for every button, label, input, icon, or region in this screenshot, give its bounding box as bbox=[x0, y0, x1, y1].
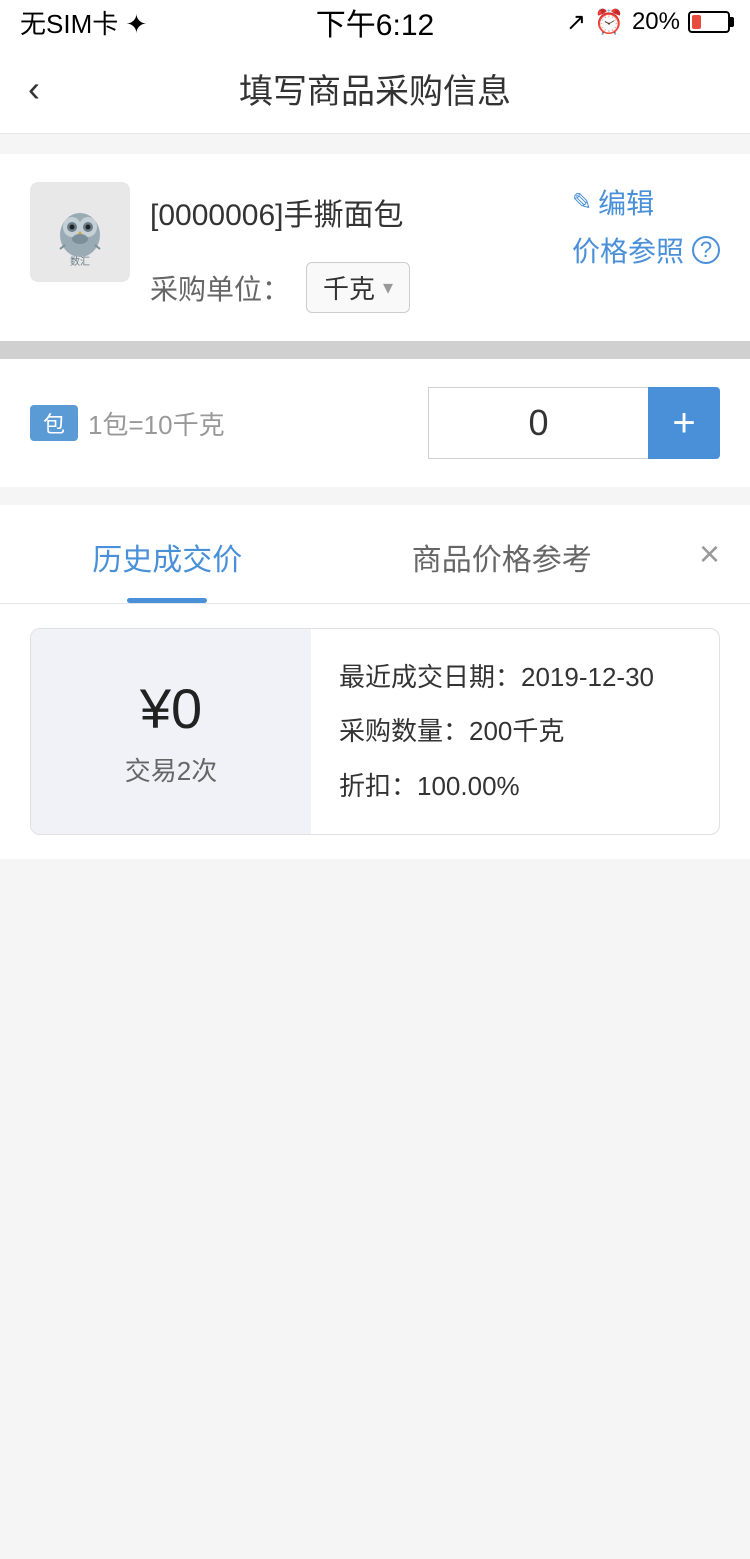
date-value: 2019-12-30 bbox=[521, 662, 654, 692]
tab-price-reference-label: 商品价格参考 bbox=[412, 544, 592, 577]
page-title: 填写商品采购信息 bbox=[239, 64, 511, 113]
svg-text:数汇: 数汇 bbox=[70, 255, 90, 267]
price-ref-button[interactable]: 价格参照 ? bbox=[572, 230, 720, 270]
product-info: [0000006]手撕面包 采购单位： 千克 ▾ bbox=[150, 182, 410, 313]
history-card: ¥0 交易2次 最近成交日期：2019-12-30 采购数量：200千克 折扣：… bbox=[30, 628, 720, 835]
battery-percent: 20% bbox=[632, 8, 680, 36]
product-card: 数汇 [0000006]手撕面包 采购单位： 千克 ▾ ✎ 编辑 bbox=[0, 154, 750, 341]
history-discount-row: 折扣：100.00% bbox=[339, 768, 691, 804]
unit-label: 采购单位： bbox=[150, 268, 290, 308]
edit-button[interactable]: ✎ 编辑 bbox=[572, 182, 720, 222]
close-button[interactable]: × bbox=[669, 533, 750, 575]
tab-row: 历史成交价 商品价格参考 × bbox=[0, 505, 750, 604]
history-price: ¥0 bbox=[140, 676, 202, 741]
tab-price-reference[interactable]: 商品价格参考 bbox=[334, 505, 668, 603]
discount-value: 100.00% bbox=[417, 771, 520, 801]
history-right: 最近成交日期：2019-12-30 采购数量：200千克 折扣：100.00% bbox=[311, 629, 719, 834]
status-left: 无SIM卡 ✦ bbox=[20, 4, 147, 41]
scroll-divider bbox=[0, 341, 750, 359]
location-icon: ↗ bbox=[566, 8, 586, 37]
battery-icon bbox=[688, 11, 730, 33]
status-bar: 无SIM卡 ✦ 下午6:12 ↗ ⏰ 20% bbox=[0, 0, 750, 44]
quantity-unit-info: 包 1包=10千克 bbox=[30, 405, 225, 442]
tab-area: 历史成交价 商品价格参考 × ¥0 交易2次 最近成交日期：2019-12-30… bbox=[0, 505, 750, 859]
status-right: ↗ ⏰ 20% bbox=[566, 8, 730, 37]
quantity-plus-button[interactable]: + bbox=[648, 387, 720, 459]
product-thumbnail: 数汇 bbox=[30, 182, 130, 282]
carrier-text: 无SIM卡 ✦ bbox=[20, 4, 147, 41]
price-ref-label: 价格参照 bbox=[572, 230, 684, 270]
product-left: 数汇 [0000006]手撕面包 采购单位： 千克 ▾ bbox=[30, 182, 410, 313]
alarm-icon: ⏰ bbox=[594, 8, 624, 37]
qty-value: 200千克 bbox=[469, 716, 564, 746]
help-icon: ? bbox=[692, 236, 720, 264]
qty-label: 采购数量： bbox=[339, 716, 469, 746]
edit-icon: ✎ bbox=[572, 188, 592, 217]
edit-label: 编辑 bbox=[598, 182, 654, 222]
chevron-down-icon: ▾ bbox=[383, 275, 393, 300]
tab-history-price[interactable]: 历史成交价 bbox=[0, 505, 334, 603]
product-name: [0000006]手撕面包 bbox=[150, 190, 410, 234]
back-button[interactable]: ‹ bbox=[28, 68, 40, 110]
product-header: 数汇 [0000006]手撕面包 采购单位： 千克 ▾ ✎ 编辑 bbox=[30, 182, 720, 313]
quantity-row: 包 1包=10千克 + bbox=[0, 359, 750, 487]
product-image-icon: 数汇 bbox=[45, 197, 115, 267]
quantity-input[interactable] bbox=[428, 387, 648, 459]
main-background bbox=[0, 859, 750, 1559]
history-content: ¥0 交易2次 最近成交日期：2019-12-30 采购数量：200千克 折扣：… bbox=[0, 604, 750, 859]
history-date-row: 最近成交日期：2019-12-30 bbox=[339, 659, 691, 695]
quantity-input-area: + bbox=[428, 387, 720, 459]
package-icon: 包 bbox=[30, 405, 78, 441]
date-label: 最近成交日期： bbox=[339, 662, 521, 692]
price-value: 0 bbox=[171, 677, 202, 740]
pkg-label: 包 bbox=[43, 407, 65, 439]
price-symbol: ¥ bbox=[140, 677, 171, 740]
history-left: ¥0 交易2次 bbox=[31, 629, 311, 834]
history-trades: 交易2次 bbox=[125, 751, 217, 788]
status-time: 下午6:12 bbox=[316, 0, 434, 44]
product-right: ✎ 编辑 价格参照 ? bbox=[572, 182, 720, 270]
product-unit-row: 采购单位： 千克 ▾ bbox=[150, 262, 410, 313]
history-qty-row: 采购数量：200千克 bbox=[339, 713, 691, 749]
price-ref-row: 价格参照 ? bbox=[572, 230, 720, 270]
unit-conversion: 1包=10千克 bbox=[88, 405, 225, 442]
unit-select[interactable]: 千克 ▾ bbox=[306, 262, 410, 313]
unit-value: 千克 bbox=[323, 269, 375, 306]
nav-bar: ‹ 填写商品采购信息 bbox=[0, 44, 750, 134]
discount-label: 折扣： bbox=[339, 771, 417, 801]
tab-history-price-label: 历史成交价 bbox=[92, 544, 242, 577]
